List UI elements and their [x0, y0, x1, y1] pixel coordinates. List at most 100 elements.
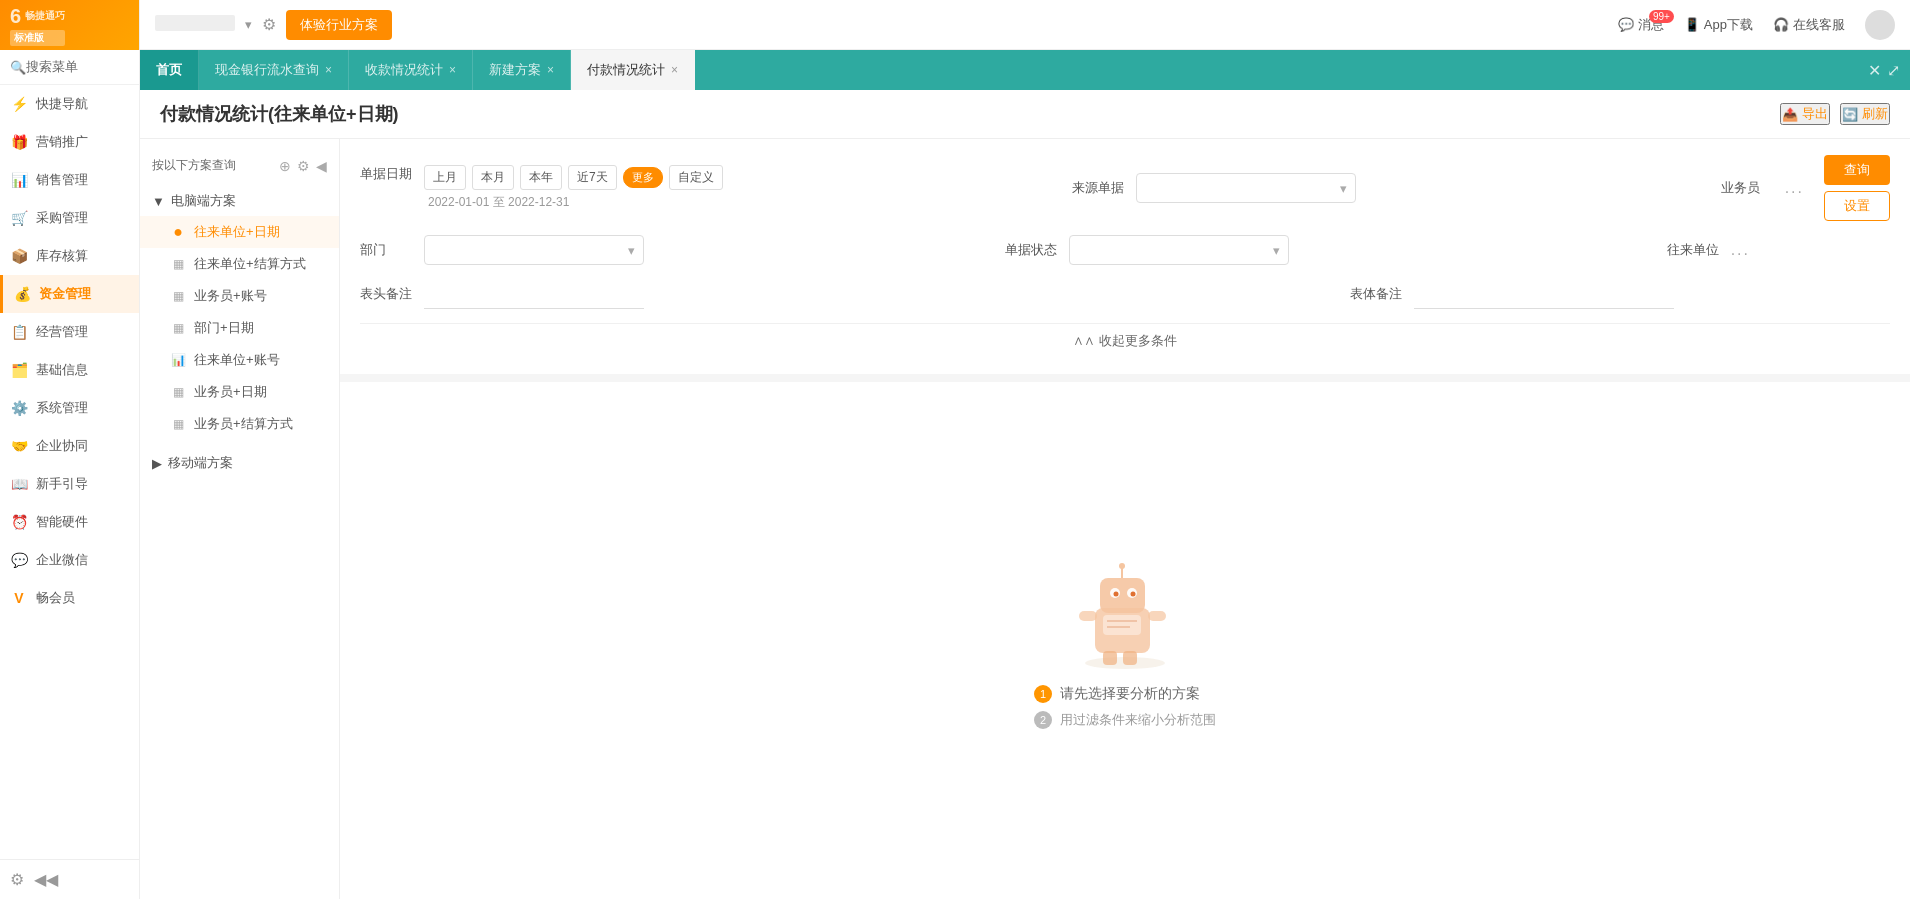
- sidebar-item-system[interactable]: ⚙️ 系统管理: [0, 389, 139, 427]
- online-service-btn[interactable]: 🎧 在线客服: [1773, 16, 1845, 34]
- step-2-text: 用过滤条件来缩小分析范围: [1060, 711, 1216, 729]
- sidebar-item-sales[interactable]: 📊 销售管理: [0, 161, 139, 199]
- source-label: 来源单据: [1072, 179, 1128, 197]
- header-note-input[interactable]: [424, 279, 644, 309]
- collapse-conditions-btn[interactable]: ∧∧ 收起更多条件: [360, 323, 1890, 358]
- sidebar-item-operation[interactable]: 📋 经营管理: [0, 313, 139, 351]
- collapse-sidebar-icon[interactable]: ◀◀: [34, 870, 58, 889]
- scheme-item-partner-date[interactable]: ● 往来单位+日期: [140, 216, 339, 248]
- tabbar: 首页 现金银行流水查询 × 收款情况统计 × 新建方案 × 付款情况统计 × ✕…: [140, 50, 1910, 90]
- date-btn-custom[interactable]: 自定义: [669, 165, 723, 190]
- page-header: 付款情况统计(往来单位+日期) 📤 导出 🔄 刷新: [140, 90, 1910, 139]
- settings-bottom-icon[interactable]: ⚙: [10, 870, 24, 889]
- status-label: 单据状态: [1005, 241, 1061, 259]
- group-mobile-arrow-icon: ▶: [152, 456, 162, 471]
- tab-new-scheme[interactable]: 新建方案 ×: [473, 50, 571, 90]
- tab-payment-stats[interactable]: 付款情况统计 ×: [571, 50, 695, 90]
- sidebar-item-search-menu[interactable]: 🔍 搜索菜单: [0, 50, 139, 85]
- sidebar-item-marketing[interactable]: 🎁 营销推广: [0, 123, 139, 161]
- scheme-chart-icon: 📊: [170, 352, 186, 368]
- enterprise-icon: 🤝: [10, 437, 28, 455]
- body-note-label: 表体备注: [1350, 285, 1406, 303]
- date-btn-this-year[interactable]: 本年: [520, 165, 562, 190]
- sidebar-item-member[interactable]: V 畅会员: [0, 579, 139, 617]
- scheme-settings-icon[interactable]: ⚙: [297, 158, 310, 174]
- setting-btn[interactable]: 设置: [1824, 191, 1890, 221]
- page-actions: 📤 导出 🔄 刷新: [1780, 103, 1890, 125]
- export-btn[interactable]: 📤 导出: [1780, 103, 1830, 125]
- scheme-item-salesman-settlement[interactable]: ▦ 业务员+结算方式: [140, 408, 339, 440]
- user-avatar[interactable]: [1865, 10, 1895, 40]
- tab-receipt-stats[interactable]: 收款情况统计 ×: [349, 50, 473, 90]
- empty-step-2: 2 用过滤条件来缩小分析范围: [1034, 711, 1216, 729]
- empty-steps: 1 请先选择要分析的方案 2 用过滤条件来缩小分析范围: [1034, 685, 1216, 729]
- tab-home[interactable]: 首页: [140, 50, 199, 90]
- sidebar-item-quick-nav[interactable]: ⚡ 快捷导航: [0, 85, 139, 123]
- tab-expand-icon[interactable]: ⤢: [1887, 61, 1900, 80]
- date-btn-this-month[interactable]: 本月: [472, 165, 514, 190]
- group-arrow-icon: ▼: [152, 194, 165, 209]
- sidebar-item-purchase[interactable]: 🛒 采购管理: [0, 199, 139, 237]
- sidebar-item-guide[interactable]: 📖 新手引导: [0, 465, 139, 503]
- counterpart-filter-group: 往来单位 ...: [1667, 241, 1750, 259]
- tab-close-window-icon[interactable]: ✕: [1868, 61, 1881, 80]
- tab-window-actions: ✕ ⤢: [1858, 61, 1910, 80]
- scheme-grid-icon-4: ▦: [170, 384, 186, 400]
- topbar-gear-icon[interactable]: ⚙: [262, 15, 276, 34]
- main-area: ▾ ⚙ 体验行业方案 💬 消息 99+ 📱 App下载 🎧 在线客服 首页: [140, 0, 1910, 899]
- date-btn-7days[interactable]: 近7天: [568, 165, 617, 190]
- content-area: 付款情况统计(往来单位+日期) 📤 导出 🔄 刷新 按以下方案查询 ⊕: [140, 90, 1910, 899]
- scheme-group-desktop-header[interactable]: ▼ 电脑端方案: [140, 186, 339, 216]
- app-download-btn[interactable]: 📱 App下载: [1684, 16, 1753, 34]
- system-icon: ⚙️: [10, 399, 28, 417]
- scheme-item-salesman-account[interactable]: ▦ 业务员+账号: [140, 280, 339, 312]
- message-icon: 💬: [1618, 17, 1634, 32]
- sidebar-item-enterprise[interactable]: 🤝 企业协同: [0, 427, 139, 465]
- body-note-input[interactable]: [1414, 279, 1674, 309]
- refresh-btn[interactable]: 🔄 刷新: [1840, 103, 1890, 125]
- scheme-item-dept-date[interactable]: ▦ 部门+日期: [140, 312, 339, 344]
- svg-rect-10: [1148, 611, 1166, 621]
- topbar-dropdown-arrow[interactable]: ▾: [245, 17, 252, 32]
- sidebar-item-inventory[interactable]: 📦 库存核算: [0, 237, 139, 275]
- sidebar-item-finance[interactable]: 💰 资金管理: [0, 275, 139, 313]
- empty-step-1: 1 请先选择要分析的方案: [1034, 685, 1216, 703]
- sidebar-item-base-info[interactable]: 🗂️ 基础信息: [0, 351, 139, 389]
- date-btn-last-month[interactable]: 上月: [424, 165, 466, 190]
- scheme-group-mobile-header[interactable]: ▶ 移动端方案: [140, 448, 339, 478]
- scheme-item-salesman-date[interactable]: ▦ 业务员+日期: [140, 376, 339, 408]
- tab-close-new-scheme[interactable]: ×: [547, 63, 554, 77]
- source-select[interactable]: ▾: [1136, 173, 1356, 203]
- trial-btn[interactable]: 体验行业方案: [286, 10, 392, 40]
- status-select[interactable]: ▾: [1069, 235, 1289, 265]
- scheme-add-icon[interactable]: ⊕: [279, 158, 291, 174]
- date-btn-more[interactable]: 更多: [623, 167, 663, 188]
- svg-point-6: [1131, 591, 1136, 596]
- tab-bank-flow[interactable]: 现金银行流水查询 ×: [199, 50, 349, 90]
- sales-icon: 📊: [10, 171, 28, 189]
- smart-hw-icon: ⏰: [10, 513, 28, 531]
- filter-row-1: 单据日期 上月 本月 本年 近7天 更多 自定义: [360, 155, 1890, 221]
- inventory-icon: 📦: [10, 247, 28, 265]
- step-1-num: 1: [1034, 685, 1052, 703]
- tab-close-bank-flow[interactable]: ×: [325, 63, 332, 77]
- filter-area: 单据日期 上月 本月 本年 近7天 更多 自定义: [340, 139, 1910, 374]
- dept-select[interactable]: ▾: [424, 235, 644, 265]
- enterprise-wx-icon: 💬: [10, 551, 28, 569]
- date-filter-group: 单据日期 上月 本月 本年 近7天 更多 自定义: [360, 165, 723, 211]
- sidebar-item-smart-hw[interactable]: ⏰ 智能硬件: [0, 503, 139, 541]
- member-icon: V: [10, 589, 28, 607]
- tab-close-receipt-stats[interactable]: ×: [449, 63, 456, 77]
- query-btn[interactable]: 查询: [1824, 155, 1890, 185]
- date-label: 单据日期: [360, 165, 416, 183]
- sidebar: 6 畅捷通巧 标准版 🔍 搜索菜单 ⚡ 快捷导航 🎁 营销推广 📊 销售管理 🛒…: [0, 0, 140, 899]
- messages-btn[interactable]: 💬 消息 99+: [1618, 16, 1664, 34]
- header-note-label: 表头备注: [360, 285, 416, 303]
- sidebar-item-enterprise-wx[interactable]: 💬 企业微信: [0, 541, 139, 579]
- tab-close-payment-stats[interactable]: ×: [671, 63, 678, 77]
- scheme-item-partner-account[interactable]: 📊 往来单位+账号: [140, 344, 339, 376]
- scheme-item-partner-settlement[interactable]: ▦ 往来单位+结算方式: [140, 248, 339, 280]
- scheme-collapse-icon[interactable]: ◀: [316, 158, 327, 174]
- step-2-num: 2: [1034, 711, 1052, 729]
- logo-name: 畅捷通巧: [25, 9, 65, 23]
